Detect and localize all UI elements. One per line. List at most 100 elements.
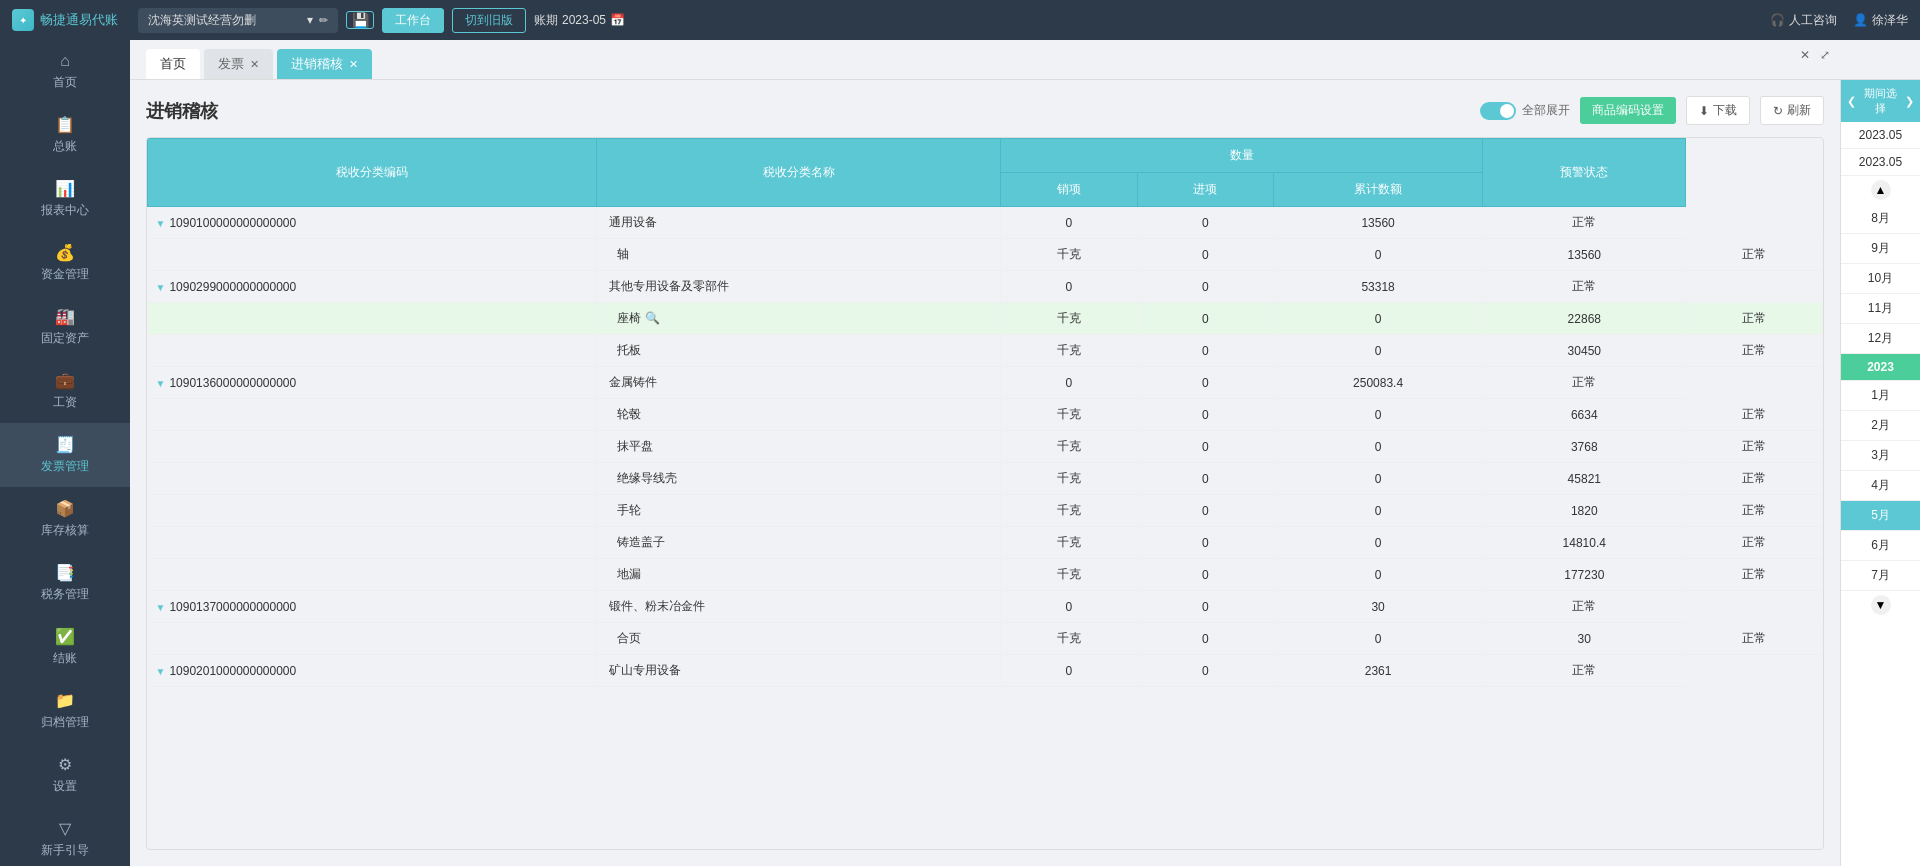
cell-total: 22868 — [1483, 303, 1686, 335]
cell-unit: 千克 — [1001, 495, 1138, 527]
table-row[interactable]: 铸造盖子 千克 0 0 14810.4 正常 — [148, 527, 1823, 559]
cell-code-empty — [148, 303, 597, 335]
sidebar-item-reports[interactable]: 📊 报表中心 — [0, 167, 130, 231]
tab-bar: 首页 发票 ✕ 进销稽核 ✕ — [130, 40, 1920, 80]
sidebar-item-settings[interactable]: ⚙ 设置 — [0, 743, 130, 807]
chevron-right-icon[interactable]: ❯ — [1905, 95, 1914, 108]
cell-jin: 0 — [1274, 623, 1483, 655]
tab-invoices-close[interactable]: ✕ — [250, 58, 259, 71]
cell-unit: 千克 — [1001, 559, 1138, 591]
expand-icon[interactable]: ▼ — [156, 378, 166, 389]
refresh-button[interactable]: ↻ 刷新 — [1760, 96, 1824, 125]
calendar-icon[interactable]: 📅 — [610, 13, 625, 27]
cell-xiao: 0 — [1137, 239, 1274, 271]
table-row[interactable]: ▼1090299000000000000 其他专用设备及零部件 0 0 5331… — [148, 271, 1823, 303]
refresh-icon: ↻ — [1773, 104, 1783, 118]
download-button[interactable]: ⬇ 下载 — [1686, 96, 1750, 125]
save-draft-button[interactable]: 💾 — [346, 11, 374, 29]
expand-icon[interactable]: ▼ — [156, 666, 166, 677]
product-code-settings-button[interactable]: 商品编码设置 — [1580, 97, 1676, 124]
date-item-9[interactable]: 9月 — [1841, 234, 1920, 264]
col-header-quantity: 数量 — [1001, 139, 1483, 173]
sidebar-item-guide[interactable]: ▽ 新手引导 — [0, 807, 130, 866]
expand-toggle[interactable]: 全部展开 — [1480, 102, 1570, 120]
date-up-button[interactable]: ▲ — [1871, 180, 1891, 200]
table-row[interactable]: 手轮 千克 0 0 1820 正常 — [148, 495, 1823, 527]
search-icon[interactable]: 🔍 — [645, 311, 660, 325]
table-row[interactable]: ▼1090100000000000000 通用设备 0 0 13560 正常 — [148, 207, 1823, 239]
company-selector[interactable]: 沈海英测试经营勿删 ▾ ✏ — [138, 8, 338, 33]
sidebar-label-reports: 报表中心 — [41, 202, 89, 219]
date-item-2[interactable]: 2月 — [1841, 411, 1920, 441]
cell-xiao: 0 — [1001, 207, 1138, 239]
date-item-1[interactable]: 1月 — [1841, 381, 1920, 411]
cell-name: 其他专用设备及零部件 — [597, 271, 1001, 303]
date-item-8[interactable]: 8月 — [1841, 204, 1920, 234]
expand-icon[interactable]: ▼ — [156, 282, 166, 293]
table-row[interactable]: ▼1090136000000000000 金属铸件 0 0 250083.4 正… — [148, 367, 1823, 399]
date-item-6[interactable]: 6月 — [1841, 531, 1920, 561]
app-logo: ✦ 畅捷通易代账 — [12, 9, 118, 31]
app-name: 畅捷通易代账 — [40, 11, 118, 29]
date-item-10[interactable]: 10月 — [1841, 264, 1920, 294]
table-row[interactable]: 绝缘导线壳 千克 0 0 45821 正常 — [148, 463, 1823, 495]
expand-icon[interactable]: ▼ — [156, 602, 166, 613]
cell-xiao: 0 — [1137, 463, 1274, 495]
sidebar-item-home[interactable]: ⌂ 首页 — [0, 40, 130, 103]
cell-status: 正常 — [1686, 495, 1823, 527]
refresh-label: 刷新 — [1787, 102, 1811, 119]
user-info[interactable]: 👤 徐泽华 — [1853, 12, 1908, 29]
chevron-left-icon[interactable]: ❮ — [1847, 95, 1856, 108]
sidebar-item-settle[interactable]: ✅ 结账 — [0, 615, 130, 679]
date-item-4[interactable]: 4月 — [1841, 471, 1920, 501]
sidebar-item-ledger[interactable]: 📋 总账 — [0, 103, 130, 167]
date-item-11[interactable]: 11月 — [1841, 294, 1920, 324]
cell-code-empty — [148, 431, 597, 463]
sidebar-item-invoices[interactable]: 🧾 发票管理 — [0, 423, 130, 487]
table-row[interactable]: 轮毂 千克 0 0 6634 正常 — [148, 399, 1823, 431]
date-down-button[interactable]: ▼ — [1871, 595, 1891, 615]
cell-total: 3768 — [1483, 431, 1686, 463]
date-item-2023-05-2[interactable]: 2023.05 — [1841, 149, 1920, 176]
table-row[interactable]: 托板 千克 0 0 30450 正常 — [148, 335, 1823, 367]
sidebar-item-inventory[interactable]: 📦 库存核算 — [0, 487, 130, 551]
col-header-code: 税收分类编码 — [148, 139, 597, 207]
table-row[interactable]: ▼1090201000000000000 矿山专用设备 0 0 2361 正常 — [148, 655, 1823, 687]
workbench-button[interactable]: 工作台 — [382, 8, 444, 33]
table-row[interactable]: 地漏 千克 0 0 177230 正常 — [148, 559, 1823, 591]
cell-code: ▼1090136000000000000 — [148, 367, 597, 399]
date-nav-down[interactable]: ▼ — [1841, 591, 1920, 619]
sidebar-item-assets[interactable]: 🏭 固定资产 — [0, 295, 130, 359]
cell-total: 2361 — [1274, 655, 1483, 687]
table-row[interactable]: 抹平盘 千克 0 0 3768 正常 — [148, 431, 1823, 463]
service-button[interactable]: 🎧 人工咨询 — [1770, 12, 1837, 29]
cell-code-empty — [148, 623, 597, 655]
table-row[interactable]: 座椅🔍 千克 0 0 22868 正常 — [148, 303, 1823, 335]
date-item-2023-05-1[interactable]: 2023.05 — [1841, 122, 1920, 149]
date-nav-up[interactable]: ▲ — [1841, 176, 1920, 204]
tab-home[interactable]: 首页 — [146, 49, 200, 79]
toggle-track[interactable] — [1480, 102, 1516, 120]
tab-reconcile[interactable]: 进销稽核 ✕ — [277, 49, 372, 79]
date-item-3[interactable]: 3月 — [1841, 441, 1920, 471]
cell-jin: 0 — [1274, 495, 1483, 527]
table-row[interactable]: 合页 千克 0 0 30 正常 — [148, 623, 1823, 655]
cell-unit: 千克 — [1001, 527, 1138, 559]
cell-unit: 千克 — [1001, 623, 1138, 655]
ledger-icon: 📋 — [55, 115, 75, 134]
date-item-7[interactable]: 7月 — [1841, 561, 1920, 591]
table-container[interactable]: 税收分类编码 税收分类名称 数量 预警状态 销项 进项 累计数额 — [146, 137, 1824, 850]
table-row[interactable]: 轴 千克 0 0 13560 正常 — [148, 239, 1823, 271]
sidebar-item-tax[interactable]: 📑 税务管理 — [0, 551, 130, 615]
expand-icon[interactable]: ▼ — [156, 218, 166, 229]
sidebar-item-archive[interactable]: 📁 归档管理 — [0, 679, 130, 743]
cell-jin: 0 — [1274, 239, 1483, 271]
date-item-5[interactable]: 5月 — [1841, 501, 1920, 531]
date-item-12[interactable]: 12月 — [1841, 324, 1920, 354]
tab-reconcile-close[interactable]: ✕ — [349, 58, 358, 71]
table-row[interactable]: ▼1090137000000000000 锻件、粉末冶金件 0 0 30 正常 — [148, 591, 1823, 623]
tab-invoices[interactable]: 发票 ✕ — [204, 49, 273, 79]
switch-version-button[interactable]: 切到旧版 — [452, 8, 526, 33]
sidebar-item-funds[interactable]: 💰 资金管理 — [0, 231, 130, 295]
sidebar-item-payroll[interactable]: 💼 工资 — [0, 359, 130, 423]
